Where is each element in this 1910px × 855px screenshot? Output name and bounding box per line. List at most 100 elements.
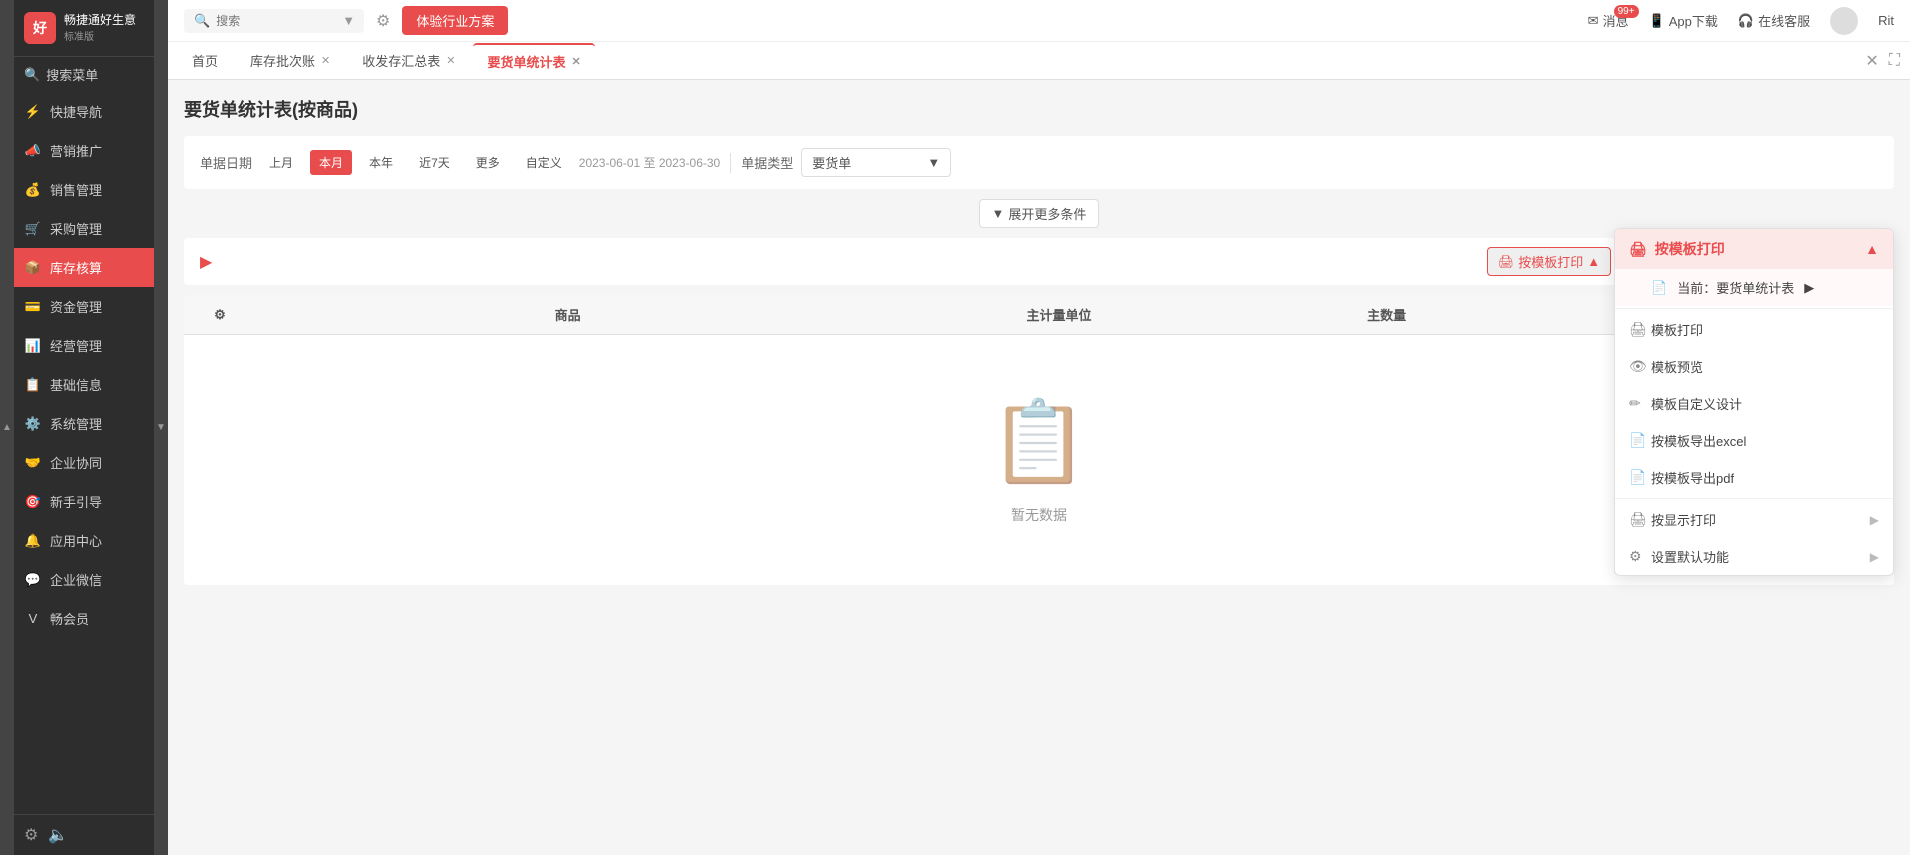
date-cur-month-btn[interactable]: 本月 — [310, 150, 352, 175]
nav-label-purchase: 采购管理 — [50, 219, 102, 238]
tab-receivables[interactable]: 收发存汇总表✕ — [348, 43, 469, 79]
search-input[interactable] — [216, 14, 336, 28]
type-filter-arrow: ▼ — [927, 155, 940, 170]
dropdown-set-default[interactable]: ⚙ 设置默认功能 ▶ — [1615, 538, 1893, 575]
date-prev-month-btn[interactable]: 上月 — [260, 150, 302, 175]
sidebar-nav: ⚡ 快捷导航 📣 营销推广 💰 销售管理 🛒 采购管理 📦 库存核算 💳 资金管… — [14, 92, 154, 814]
dropdown-header: 🖨 按模板打印 ▲ — [1615, 229, 1893, 269]
date-cur-year-btn[interactable]: 本年 — [360, 150, 402, 175]
dropdown-template-excel[interactable]: 📄 按模板导出excel — [1615, 422, 1893, 459]
experience-btn[interactable]: 体验行业方案 — [402, 6, 508, 35]
print-icon: 🖨 — [1498, 254, 1515, 270]
dropdown-template-print[interactable]: 🖨 模板打印 — [1615, 311, 1893, 348]
header-right: ✉ 消息 99+ 📱 App下载 🎧 在线客服 Rit — [1588, 7, 1894, 35]
sidebar-item-purchase[interactable]: 🛒 采购管理 — [14, 209, 154, 248]
header-search-box[interactable]: 🔍 ▼ — [184, 9, 364, 33]
filter-divider — [730, 153, 731, 173]
col-settings[interactable]: ⚙ — [200, 307, 240, 323]
print-dropdown: 🖨 按模板打印 ▲ 📄 当前：要货单统计表 ▶ 🖨 模板打印 👁 模板预览 ✏ — [1614, 228, 1894, 576]
sidebar-scroll-down[interactable]: ▼ — [154, 0, 168, 855]
sidebar-item-system[interactable]: ⚙️ 系统管理 — [14, 404, 154, 443]
top-header: 🔍 ▼ ⚙ 体验行业方案 ✉ 消息 99+ 📱 App下载 🎧 在线客服 Rit — [168, 0, 1910, 42]
nav-label-guide: 新手引导 — [50, 492, 102, 511]
username-label[interactable]: Rit — [1878, 13, 1894, 28]
sidebar-search[interactable]: 🔍 搜索菜单 — [14, 57, 154, 92]
online-service-btn[interactable]: 🎧 在线客服 — [1738, 11, 1810, 30]
dropdown-template-design[interactable]: ✏ 模板自定义设计 — [1615, 385, 1893, 422]
template-print-label: 模板打印 — [1651, 320, 1703, 339]
tab-order-stats[interactable]: 要货单统计表 ✕ — [473, 43, 594, 79]
tabs-bar: 首页库存批次账✕收发存汇总表✕ 要货单统计表 ✕ ✕ ⛶ — [168, 42, 1910, 80]
template-excel-label: 按模板导出excel — [1651, 431, 1746, 450]
tab-close-order-stats[interactable]: ✕ — [572, 55, 581, 68]
dropdown-template-pdf[interactable]: 📄 按模板导出pdf — [1615, 459, 1893, 496]
sidebar-item-guide[interactable]: 🎯 新手引导 — [14, 482, 154, 521]
tab-label-home: 首页 — [192, 51, 218, 70]
sidebar-item-inventory[interactable]: 📦 库存核算 — [14, 248, 154, 287]
current-item-icon: 📄 — [1651, 280, 1667, 296]
type-filter-select[interactable]: 要货单 ▼ — [801, 148, 951, 177]
sidebar-item-basic[interactable]: 📋 基础信息 — [14, 365, 154, 404]
nav-label-wechat: 企业微信 — [50, 570, 102, 589]
app-download-btn[interactable]: 📱 App下载 — [1649, 11, 1718, 30]
date-custom-btn[interactable]: 自定义 — [517, 150, 571, 175]
tab-close-icon[interactable]: ✕ — [1865, 51, 1878, 71]
tab-inventory-batch[interactable]: 库存批次账✕ — [236, 43, 344, 79]
page-title: 要货单统计表(按商品) — [184, 96, 1894, 122]
nav-label-marketing: 营销推广 — [50, 141, 102, 160]
app-download-label: App下载 — [1669, 11, 1718, 30]
date-last7-btn[interactable]: 近7天 — [410, 150, 459, 175]
logo-text: 畅捷通好生意 — [64, 13, 136, 29]
service-label: 在线客服 — [1758, 11, 1810, 30]
dropdown-close-btn[interactable]: ▲ — [1865, 241, 1879, 257]
set-default-arrow: ▶ — [1870, 550, 1879, 564]
nav-icon-purchase: 🛒 — [24, 220, 42, 238]
nav-label-member: 畅会员 — [50, 609, 89, 628]
nav-icon-quick-nav: ⚡ — [24, 103, 42, 121]
date-filter-section: 单据日期 上月 本月 本年 近7天 更多 自定义 2023-06-01 至 20… — [200, 150, 720, 175]
settings-bottom-icon[interactable]: ⚙ — [24, 825, 38, 845]
tab-maximize-icon[interactable]: ⛶ — [1889, 52, 1900, 70]
nav-icon-collab: 🤝 — [24, 454, 42, 472]
user-avatar[interactable] — [1830, 7, 1858, 35]
sidebar-item-quick-nav[interactable]: ⚡ 快捷导航 — [14, 92, 154, 131]
sidebar-item-marketing[interactable]: 📣 营销推广 — [14, 131, 154, 170]
nav-icon-guide: 🎯 — [24, 493, 42, 511]
nav-icon-member: V — [24, 610, 42, 628]
nav-icon-wechat: 💬 — [24, 571, 42, 589]
dropdown-title: 🖨 按模板打印 — [1629, 239, 1725, 259]
nav-icon-sales: 💰 — [24, 181, 42, 199]
date-more-btn[interactable]: 更多 — [467, 150, 509, 175]
sidebar-item-appstore[interactable]: 🔔 应用中心 — [14, 521, 154, 560]
speaker-icon[interactable]: 🔈 — [48, 825, 68, 845]
service-icon: 🎧 — [1738, 13, 1754, 29]
search-dropdown-icon[interactable]: ▼ — [342, 13, 355, 28]
sidebar-item-wechat[interactable]: 💬 企业微信 — [14, 560, 154, 599]
expand-more-btn[interactable]: ▼ 展开更多条件 — [979, 199, 1100, 228]
header-gear-icon[interactable]: ⚙ — [376, 11, 390, 31]
sidebar-item-finance[interactable]: 💳 资金管理 — [14, 287, 154, 326]
action-arrow-icon[interactable]: ▶ — [200, 252, 212, 272]
dropdown-display-print[interactable]: 🖨 按显示打印 ▶ — [1615, 501, 1893, 538]
nav-label-inventory: 库存核算 — [50, 258, 102, 277]
nav-label-collab: 企业协同 — [50, 453, 102, 472]
search-header-icon: 🔍 — [194, 13, 210, 29]
print-template-btn[interactable]: 🖨 按模板打印 ▲ — [1487, 247, 1611, 276]
sidebar-item-operation[interactable]: 📊 经营管理 — [14, 326, 154, 365]
tab-home[interactable]: 首页 — [178, 43, 232, 79]
display-print-arrow: ▶ — [1870, 513, 1879, 527]
nav-icon-basic: 📋 — [24, 376, 42, 394]
nav-icon-marketing: 📣 — [24, 142, 42, 160]
tab-close-receivables[interactable]: ✕ — [446, 54, 455, 67]
print-label: 按模板打印 — [1518, 252, 1583, 271]
sidebar-item-sales[interactable]: 💰 销售管理 — [14, 170, 154, 209]
dropdown-template-preview[interactable]: 👁 模板预览 — [1615, 348, 1893, 385]
sidebar-item-collab[interactable]: 🤝 企业协同 — [14, 443, 154, 482]
tab-close-inventory-batch[interactable]: ✕ — [321, 54, 330, 67]
dropdown-current-item[interactable]: 📄 当前：要货单统计表 ▶ — [1615, 269, 1893, 306]
message-btn[interactable]: ✉ 消息 99+ — [1588, 11, 1629, 30]
template-design-icon: ✏ — [1629, 395, 1641, 412]
tab-label-order-stats: 要货单统计表 — [487, 52, 565, 71]
sidebar-item-member[interactable]: V 畅会员 — [14, 599, 154, 638]
sidebar-scroll-up[interactable]: ▲ — [0, 0, 14, 855]
